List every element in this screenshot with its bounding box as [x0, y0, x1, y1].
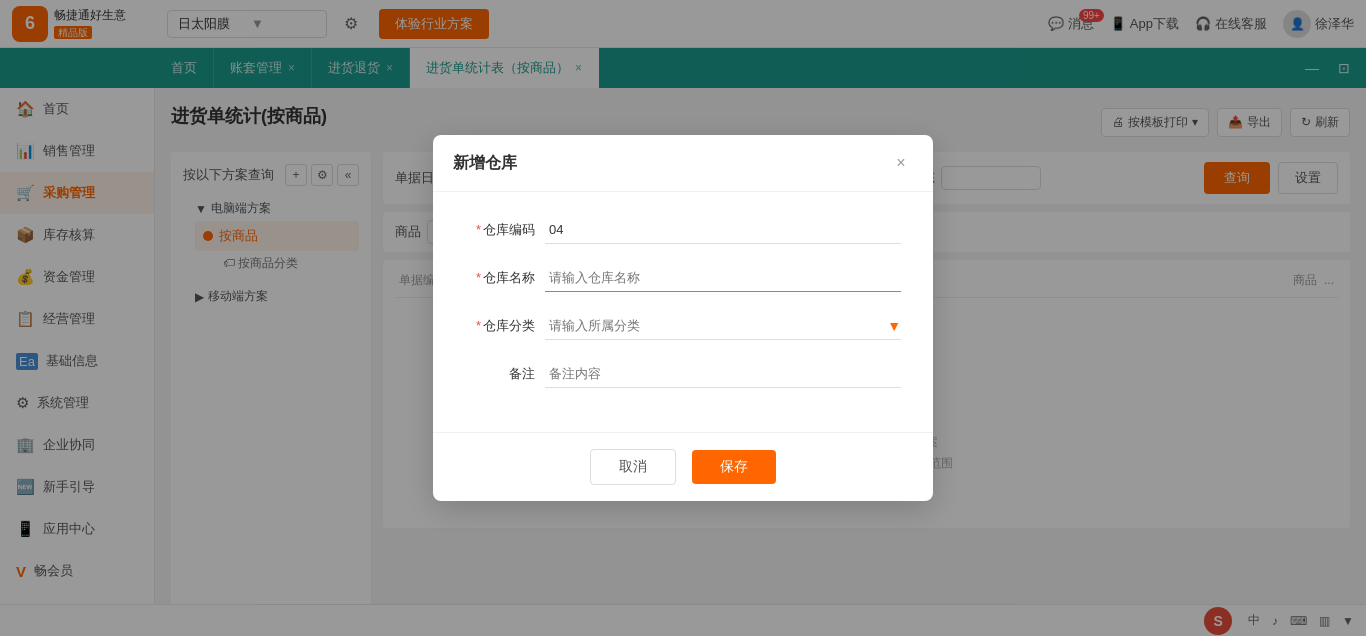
modal-footer: 取消 保存 — [433, 432, 933, 501]
warehouse-code-label: 仓库编码 — [465, 221, 545, 239]
cancel-button[interactable]: 取消 — [590, 449, 676, 485]
warehouse-name-label: 仓库名称 — [465, 269, 545, 287]
warehouse-remark-row: 备注 — [465, 360, 901, 388]
warehouse-remark-label: 备注 — [465, 365, 545, 383]
warehouse-code-input[interactable] — [545, 216, 901, 244]
modal-title: 新增仓库 — [453, 153, 517, 174]
warehouse-remark-input[interactable] — [545, 360, 901, 388]
category-dropdown-arrow[interactable]: ▼ — [887, 318, 901, 334]
modal-header: 新增仓库 × — [433, 135, 933, 192]
modal-body: 仓库编码 仓库名称 仓库分类 ▼ 备注 — [433, 192, 933, 432]
warehouse-category-wrapper: ▼ — [545, 312, 901, 340]
warehouse-name-row: 仓库名称 — [465, 264, 901, 292]
save-button[interactable]: 保存 — [692, 450, 776, 484]
modal-close-button[interactable]: × — [889, 151, 913, 175]
add-warehouse-modal: 新增仓库 × 仓库编码 仓库名称 仓库分类 ▼ 备注 — [433, 135, 933, 501]
warehouse-code-row: 仓库编码 — [465, 216, 901, 244]
warehouse-category-row: 仓库分类 ▼ — [465, 312, 901, 340]
warehouse-category-label: 仓库分类 — [465, 317, 545, 335]
warehouse-category-input[interactable] — [545, 312, 887, 339]
warehouse-name-input[interactable] — [545, 264, 901, 292]
modal-overlay[interactable]: 新增仓库 × 仓库编码 仓库名称 仓库分类 ▼ 备注 — [0, 0, 1366, 636]
